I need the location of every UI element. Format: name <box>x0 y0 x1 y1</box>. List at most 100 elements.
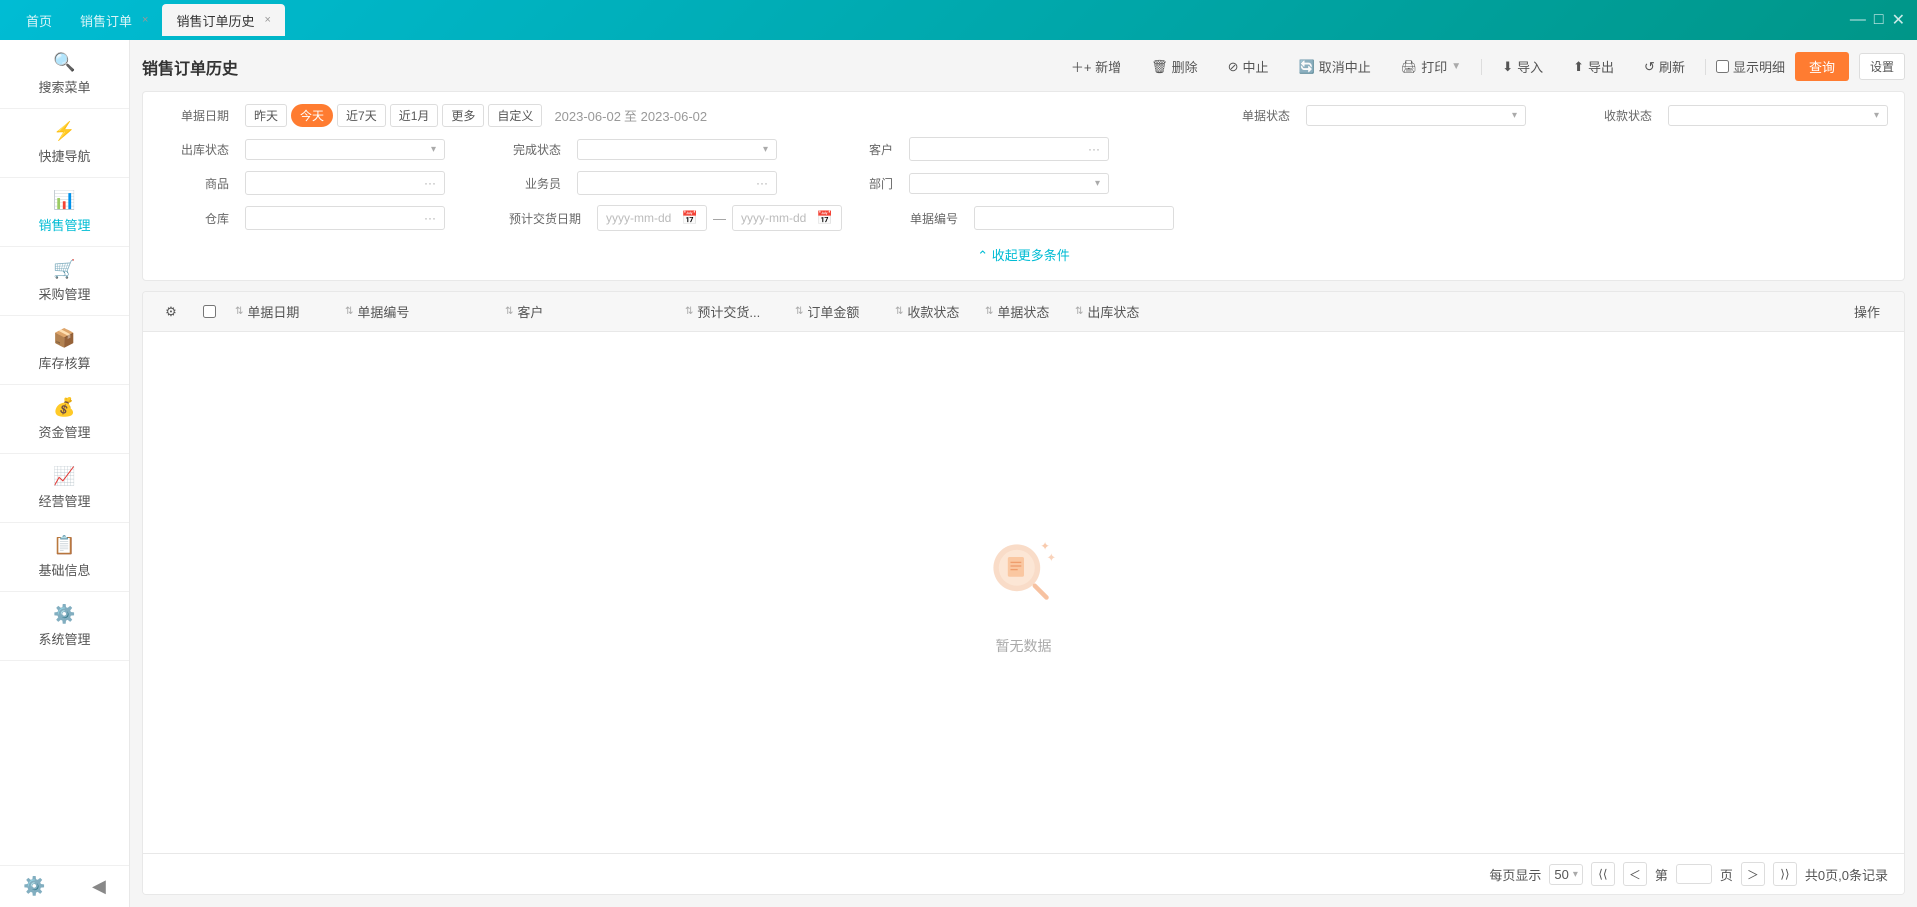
system-icon: ⚙️ <box>53 604 75 625</box>
th-customer[interactable]: ⇅ 客户 <box>497 302 677 321</box>
customer-select[interactable]: ··· <box>909 137 1109 161</box>
settings-button[interactable]: 设置 <box>1859 53 1905 80</box>
display-toggle[interactable]: 显示明细 <box>1716 57 1785 76</box>
page-size-label: 每页显示 <box>1489 865 1541 884</box>
tab-sales-order-history[interactable]: 销售订单历史 × <box>162 4 284 36</box>
sidebar-bottom: ⚙️ ◀ <box>0 865 129 907</box>
expected-delivery-start[interactable]: yyyy-mm-dd 📅 <box>597 205 707 231</box>
sidebar-item-purchase-mgmt[interactable]: 🛒 采购管理 <box>0 247 129 316</box>
warehouse-more-icon: ··· <box>424 211 436 225</box>
maximize-icon[interactable]: □ <box>1874 11 1884 29</box>
date-btn-more[interactable]: 更多 <box>442 104 484 127</box>
sidebar-label-inventory-check: 库存核算 <box>38 353 90 372</box>
sidebar-item-search-menu[interactable]: 🔍 搜索菜单 <box>0 40 129 109</box>
settings-bottom-icon[interactable]: ⚙️ <box>23 876 45 897</box>
toolbar-divider-2 <box>1705 59 1706 75</box>
th-doc-date[interactable]: ⇅ 单据日期 <box>227 302 337 321</box>
th-order-no[interactable]: ⇅ 单据编号 <box>337 302 497 321</box>
th-order-amount[interactable]: ⇅ 订单金额 <box>787 302 887 321</box>
delete-button[interactable]: 🗑 🗑 删除 删除 <box>1141 52 1208 81</box>
page-number-input[interactable]: 1 <box>1676 864 1712 884</box>
total-records-label: 共0页,0条记录 <box>1805 865 1888 884</box>
sidebar-item-quick-nav[interactable]: ⚡ 快捷导航 <box>0 109 129 178</box>
date-btn-custom[interactable]: 自定义 <box>488 104 542 127</box>
sidebar-item-finance-mgmt[interactable]: 💰 资金管理 <box>0 385 129 454</box>
select-all-checkbox[interactable] <box>203 305 216 318</box>
th-bill-status[interactable]: ⇅ 单据状态 <box>977 302 1067 321</box>
department-select[interactable]: ▾ <box>909 173 1109 194</box>
salesperson-more-icon: ··· <box>756 176 768 190</box>
finance-icon: 💰 <box>53 397 75 418</box>
tab-sales-order[interactable]: 销售订单 × <box>66 4 162 36</box>
collapse-filter-bar[interactable]: ⌃ 收起更多条件 <box>159 241 1888 268</box>
delivery-status-select[interactable]: ▾ <box>245 139 445 160</box>
close-sales-order-tab[interactable]: × <box>142 14 148 26</box>
next-page-btn[interactable]: ＞ <box>1741 862 1765 886</box>
th-delivery-status[interactable]: ⇅ 出库状态 <box>1067 302 1157 321</box>
sort-icon-amount: ⇅ <box>795 306 803 317</box>
pay-status-select[interactable]: ▾ <box>1668 105 1888 126</box>
stop-icon: ⊘ <box>1228 59 1239 75</box>
date-quick-buttons: 昨天 今天 近7天 近1月 更多 自定义 <box>245 104 542 127</box>
sidebar-item-system-mgmt[interactable]: ⚙️ 系统管理 <box>0 592 129 661</box>
main-layout: 🔍 搜索菜单 ⚡ 快捷导航 📊 销售管理 🛒 采购管理 📦 库存核算 💰 资金管… <box>0 40 1917 907</box>
sidebar-item-operations-mgmt[interactable]: 📈 经营管理 <box>0 454 129 523</box>
th-settings[interactable]: ⚙ <box>151 304 191 320</box>
salesperson-select[interactable]: ··· <box>577 171 777 195</box>
export-button[interactable]: ⬆ 导出 <box>1563 52 1624 81</box>
table-header: ⚙ ⇅ 单据日期 ⇅ 单据编号 ⇅ 客户 ⇅ <box>143 292 1904 332</box>
close-icon[interactable]: ✕ <box>1892 10 1905 30</box>
settings-icon: ⚙ <box>165 304 177 320</box>
customer-more-icon: ··· <box>1088 142 1100 156</box>
print-button[interactable]: 🖨 打印 ▼ <box>1391 52 1471 81</box>
th-checkbox[interactable] <box>191 305 227 318</box>
prev-page-btn[interactable]: ＜ <box>1623 862 1647 886</box>
date-btn-yesterday[interactable]: 昨天 <box>245 104 287 127</box>
sidebar-item-base-info[interactable]: 📋 基础信息 <box>0 523 129 592</box>
date-btn-1month[interactable]: 近1月 <box>390 104 439 127</box>
sidebar: 🔍 搜索菜单 ⚡ 快捷导航 📊 销售管理 🛒 采购管理 📦 库存核算 💰 资金管… <box>0 40 130 907</box>
add-icon: ＋ <box>1071 57 1084 76</box>
stop-button[interactable]: ⊘ 中止 <box>1218 52 1279 81</box>
sidebar-item-inventory-check[interactable]: 📦 库存核算 <box>0 316 129 385</box>
page-title: 销售订单历史 <box>142 55 238 79</box>
minimize-icon[interactable]: — <box>1850 11 1866 29</box>
th-expected-delivery[interactable]: ⇅ 预计交货... <box>677 302 787 321</box>
display-detail-checkbox[interactable] <box>1716 60 1729 73</box>
sidebar-item-sales-mgmt[interactable]: 📊 销售管理 <box>0 178 129 247</box>
refresh-button[interactable]: ↺ 刷新 <box>1634 52 1695 81</box>
doc-status-select[interactable]: ▾ <box>1306 105 1526 126</box>
new-button[interactable]: ＋ + 新增 <box>1061 52 1131 81</box>
close-sales-order-history-tab[interactable]: × <box>264 14 270 26</box>
expected-delivery-date-range: yyyy-mm-dd 📅 — yyyy-mm-dd 📅 <box>597 205 842 231</box>
sidebar-label-system-mgmt: 系统管理 <box>38 629 90 648</box>
warehouse-select[interactable]: ··· <box>245 206 445 230</box>
product-more-icon: ··· <box>424 176 436 190</box>
doc-status-label: 单据状态 <box>1220 107 1290 124</box>
page-size-select[interactable]: 50 ▾ <box>1549 864 1583 885</box>
date-btn-7days[interactable]: 近7天 <box>337 104 386 127</box>
cancel-stop-button[interactable]: 🔄 取消中止 <box>1289 52 1381 81</box>
date-range-separator: — <box>713 211 726 226</box>
expected-delivery-end[interactable]: yyyy-mm-dd 📅 <box>732 205 842 231</box>
tab-home[interactable]: 首页 <box>12 4 66 36</box>
first-page-btn[interactable]: ⟨⟨ <box>1591 862 1615 886</box>
product-select[interactable]: ··· <box>245 171 445 195</box>
completion-status-select[interactable]: ▾ <box>577 139 777 160</box>
order-no-input[interactable] <box>974 206 1174 230</box>
filter-panel: 单据日期 昨天 今天 近7天 近1月 更多 自定义 2023-06-02 至 2… <box>142 91 1905 281</box>
svg-text:✦: ✦ <box>1046 551 1056 564</box>
sort-icon-delivery-status: ⇅ <box>1075 306 1083 317</box>
th-payment-status[interactable]: ⇅ 收款状态 <box>887 302 977 321</box>
pay-status-chevron: ▾ <box>1874 110 1879 121</box>
top-bar: 首页 销售订单 × 销售订单历史 × — □ ✕ <box>0 0 1917 40</box>
customer-label: 客户 <box>823 141 893 158</box>
import-button[interactable]: ⬇ 导入 <box>1492 52 1553 81</box>
date-btn-today[interactable]: 今天 <box>291 104 333 127</box>
base-info-icon: 📋 <box>53 535 75 556</box>
collapse-sidebar-icon[interactable]: ◀ <box>92 876 106 897</box>
sort-icon-order-no: ⇅ <box>345 306 353 317</box>
query-button[interactable]: 查询 <box>1795 52 1849 81</box>
sort-icon-date: ⇅ <box>235 306 243 317</box>
last-page-btn[interactable]: ⟩⟩ <box>1773 862 1797 886</box>
